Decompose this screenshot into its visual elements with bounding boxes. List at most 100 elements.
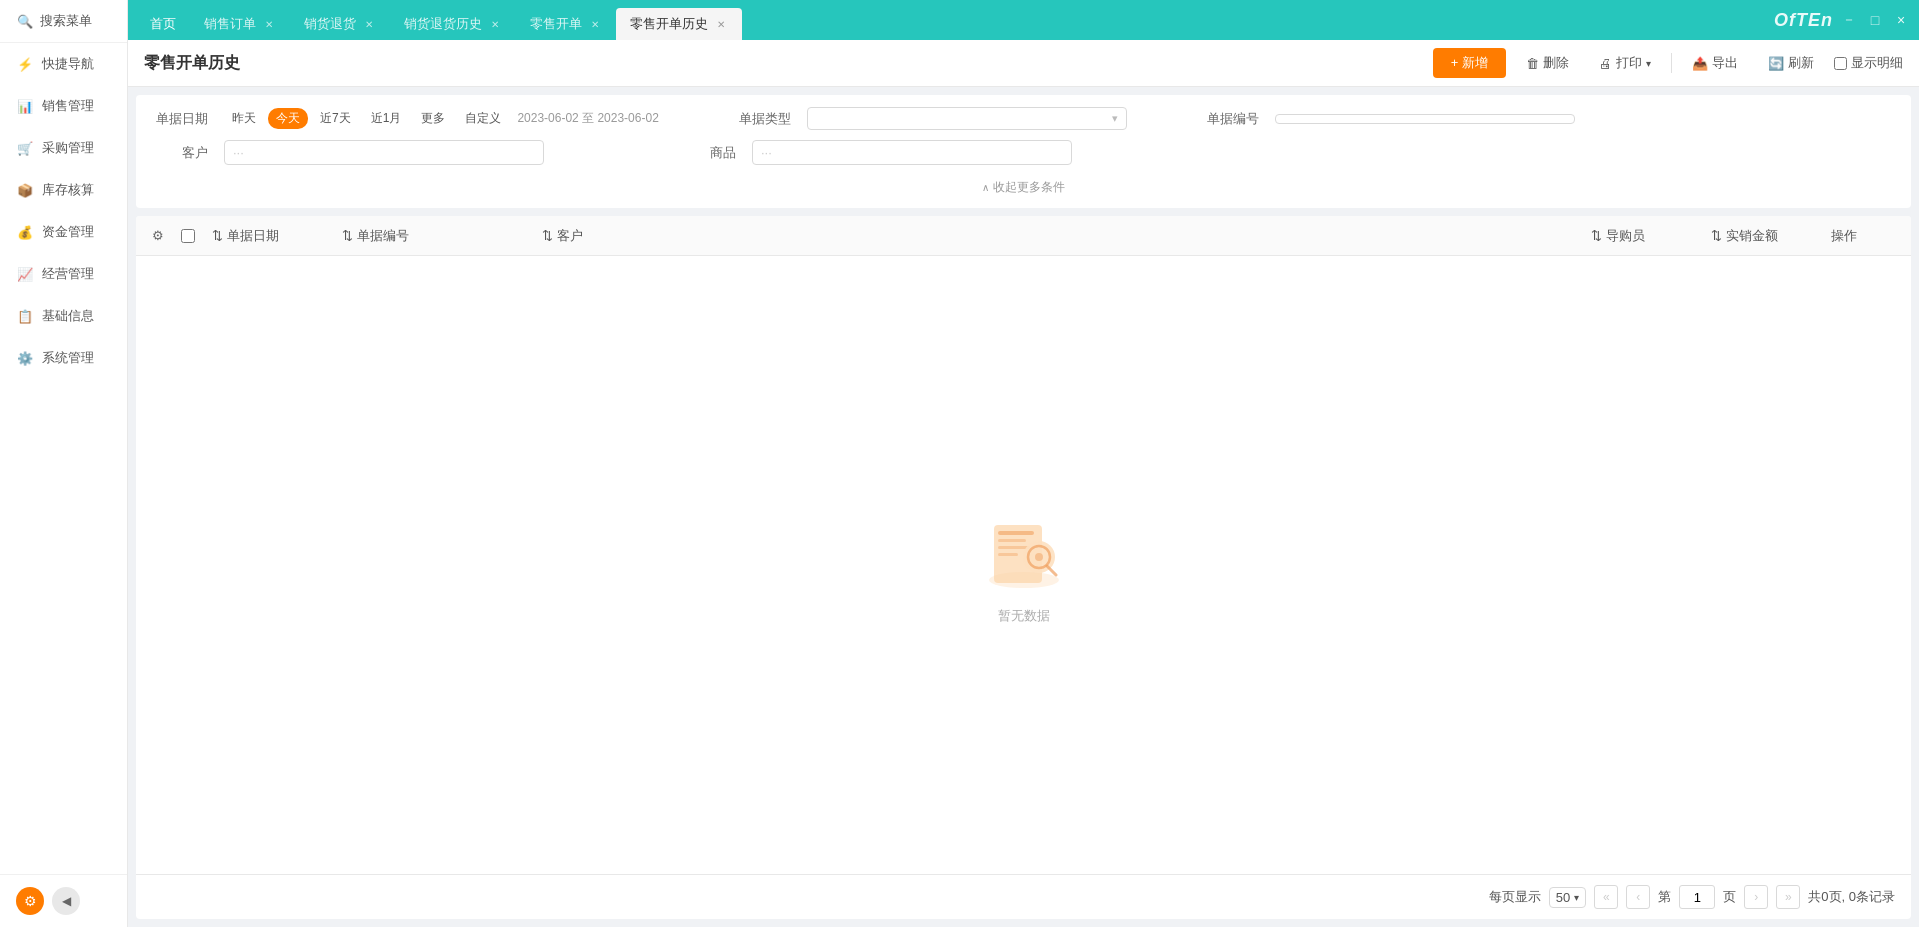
date-shortcuts: 昨天 今天 近7天 近1月 更多 自定义 2023-06-02 至 2023-0… xyxy=(224,108,659,129)
date-btn-today[interactable]: 今天 xyxy=(268,108,308,129)
filter-row-customer: 客户 ··· 商品 ··· xyxy=(152,140,1895,165)
tab-sales-return-history[interactable]: 销货退货历史✕ xyxy=(390,8,516,40)
sidebar-item-sales-mgmt[interactable]: 📊 销售管理 xyxy=(0,85,127,127)
tab-sales-order[interactable]: 销售订单 ✕ xyxy=(190,8,290,40)
svg-rect-4 xyxy=(998,546,1030,549)
sidebar-item-operations[interactable]: 📈 经营管理 xyxy=(0,253,127,295)
filter-more-row: ∧ 收起更多条件 xyxy=(152,175,1895,196)
tabs-container: 首页销售订单✕销货退货✕销货退货历史✕零售开单✕零售开单历史✕ xyxy=(136,0,742,40)
col-header-num[interactable]: ⇅ 单据编号 xyxy=(334,227,534,245)
date-btn-yesterday[interactable]: 昨天 xyxy=(224,108,264,129)
purchase-mgmt-icon: 🛒 xyxy=(16,139,34,157)
finance-icon: 💰 xyxy=(16,223,34,241)
tab-close-sales-return-history[interactable]: ✕ xyxy=(488,17,502,31)
basic-info-icon: 📋 xyxy=(16,307,34,325)
page-size-select[interactable]: 50 ▾ xyxy=(1549,887,1586,908)
table-settings-btn[interactable]: ⚙ xyxy=(144,222,172,250)
prev-page-btn[interactable]: ‹ xyxy=(1626,885,1650,909)
tab-close-retail-open[interactable]: ✕ xyxy=(588,17,602,31)
delete-icon: 🗑 xyxy=(1526,56,1539,71)
goods-input[interactable]: ··· xyxy=(752,140,1072,165)
tab-retail-open[interactable]: 零售开单 ✕ xyxy=(516,8,616,40)
tab-label-sales-order: 销售订单 xyxy=(204,15,256,33)
svg-rect-2 xyxy=(998,531,1034,535)
page-label: 第 xyxy=(1658,888,1671,906)
sidebar-nav: ⚡ 快捷导航 📊 销售管理 🛒 采购管理 📦 库存核算 💰 资金管理 📈 经营管… xyxy=(0,43,127,874)
last-page-btn[interactable]: » xyxy=(1776,885,1800,909)
sidebar-item-quick-nav[interactable]: ⚡ 快捷导航 xyxy=(0,43,127,85)
date-btn-7days[interactable]: 近7天 xyxy=(312,108,359,129)
minimize-btn[interactable]: － xyxy=(1839,10,1859,30)
page-size-chevron: ▾ xyxy=(1574,892,1579,903)
tab-label-retail-open: 零售开单 xyxy=(530,15,582,33)
goods-label: 商品 xyxy=(680,144,736,162)
next-page-btn[interactable]: › xyxy=(1744,885,1768,909)
chevron-up-icon: ∧ xyxy=(982,182,989,193)
col-header-customer[interactable]: ⇅ 客户 xyxy=(534,227,1583,245)
first-page-btn[interactable]: « xyxy=(1594,885,1618,909)
print-button[interactable]: 🖨 打印 ▾ xyxy=(1589,49,1661,77)
filter-collapse-btn[interactable]: ∧ 收起更多条件 xyxy=(982,179,1065,196)
maximize-btn[interactable]: □ xyxy=(1865,10,1885,30)
toolbar: 零售开单历史 + 新增 🗑 删除 🖨 打印 ▾ 📤 导出 � xyxy=(128,40,1919,87)
export-icon: 📤 xyxy=(1692,56,1708,71)
table-section: ⚙ ⇅ 单据日期 ⇅ 单据编号 ⇅ 客户 ⇅ 导购员 xyxy=(136,216,1911,919)
sidebar-item-label: 销售管理 xyxy=(42,97,94,115)
sidebar-search-btn[interactable]: 🔍 搜索菜单 xyxy=(0,0,127,43)
sidebar-item-finance[interactable]: 💰 资金管理 xyxy=(0,211,127,253)
delete-button[interactable]: 🗑 删除 xyxy=(1516,49,1579,77)
content-area: 零售开单历史 + 新增 🗑 删除 🖨 打印 ▾ 📤 导出 � xyxy=(128,40,1919,927)
toolbar-divider xyxy=(1671,53,1672,73)
customer-label: 客户 xyxy=(152,144,208,162)
refresh-icon: 🔄 xyxy=(1768,56,1784,71)
sys-mgmt-icon: ⚙️ xyxy=(16,349,34,367)
sidebar-collapse-btn[interactable]: ◀ xyxy=(52,887,80,915)
close-btn[interactable]: × xyxy=(1891,10,1911,30)
sidebar-item-basic-info[interactable]: 📋 基础信息 xyxy=(0,295,127,337)
add-button[interactable]: + 新增 xyxy=(1433,48,1506,78)
total-info: 共0页, 0条记录 xyxy=(1808,888,1895,906)
main-area: 首页销售订单✕销货退货✕销货退货历史✕零售开单✕零售开单历史✕ OfTEn － … xyxy=(128,0,1919,927)
col-header-ops: 操作 xyxy=(1823,227,1903,245)
svg-point-9 xyxy=(1035,553,1043,561)
tab-home[interactable]: 首页 xyxy=(136,8,190,40)
bill-type-label: 单据类型 xyxy=(735,110,791,128)
export-button[interactable]: 📤 导出 xyxy=(1682,49,1748,77)
tab-close-sales-order[interactable]: ✕ xyxy=(262,17,276,31)
sidebar-item-sys-mgmt[interactable]: ⚙️ 系统管理 xyxy=(0,337,127,379)
bill-num-input[interactable] xyxy=(1275,114,1575,124)
date-btn-1month[interactable]: 近1月 xyxy=(363,108,410,129)
col-header-amount[interactable]: ⇅ 实销金额 xyxy=(1703,227,1823,245)
tab-close-retail-open-history[interactable]: ✕ xyxy=(714,17,728,31)
date-btn-custom[interactable]: 自定义 xyxy=(457,108,509,129)
customer-input[interactable]: ··· xyxy=(224,140,544,165)
sidebar-item-label: 系统管理 xyxy=(42,349,94,367)
refresh-button[interactable]: 🔄 刷新 xyxy=(1758,49,1824,77)
print-icon: 🖨 xyxy=(1599,56,1612,71)
filter-row-date: 单据日期 昨天 今天 近7天 近1月 更多 自定义 2023-06-02 至 2… xyxy=(152,107,1895,130)
sidebar-item-purchase-mgmt[interactable]: 🛒 采购管理 xyxy=(0,127,127,169)
bill-type-select[interactable]: ▾ xyxy=(807,107,1127,130)
tab-retail-open-history[interactable]: 零售开单历史✕ xyxy=(616,8,742,40)
empty-illustration xyxy=(974,505,1074,595)
date-btn-more[interactable]: 更多 xyxy=(413,108,453,129)
page-number-input[interactable] xyxy=(1679,885,1715,909)
print-dropdown-icon: ▾ xyxy=(1646,58,1651,69)
col-header-date[interactable]: ⇅ 单据日期 xyxy=(204,227,334,245)
sidebar-search-label: 搜索菜单 xyxy=(40,12,92,30)
date-filter-label: 单据日期 xyxy=(152,110,208,128)
display-detail-checkbox[interactable] xyxy=(1834,57,1847,70)
select-all-checkbox[interactable] xyxy=(181,229,195,243)
sidebar: 🔍 搜索菜单 ⚡ 快捷导航 📊 销售管理 🛒 采购管理 📦 库存核算 💰 资金管… xyxy=(0,0,128,927)
sidebar-settings-btn[interactable]: ⚙ xyxy=(16,887,44,915)
tab-close-sales-return[interactable]: ✕ xyxy=(362,17,376,31)
col-header-guide[interactable]: ⇅ 导购员 xyxy=(1583,227,1703,245)
display-detail-toggle[interactable]: 显示明细 xyxy=(1834,54,1903,72)
tabs-bar: 首页销售订单✕销货退货✕销货退货历史✕零售开单✕零售开单历史✕ OfTEn － … xyxy=(128,0,1919,40)
sidebar-item-inventory[interactable]: 📦 库存核算 xyxy=(0,169,127,211)
tab-label-sales-return: 销货退货 xyxy=(304,15,356,33)
table-header: ⚙ ⇅ 单据日期 ⇅ 单据编号 ⇅ 客户 ⇅ 导购员 xyxy=(136,216,1911,256)
tab-sales-return[interactable]: 销货退货 ✕ xyxy=(290,8,390,40)
pagination: 每页显示 50 ▾ « ‹ 第 页 › » 共0页, 0条记录 xyxy=(136,874,1911,919)
toolbar-actions: + 新增 🗑 删除 🖨 打印 ▾ 📤 导出 🔄 刷新 xyxy=(1433,48,1903,78)
